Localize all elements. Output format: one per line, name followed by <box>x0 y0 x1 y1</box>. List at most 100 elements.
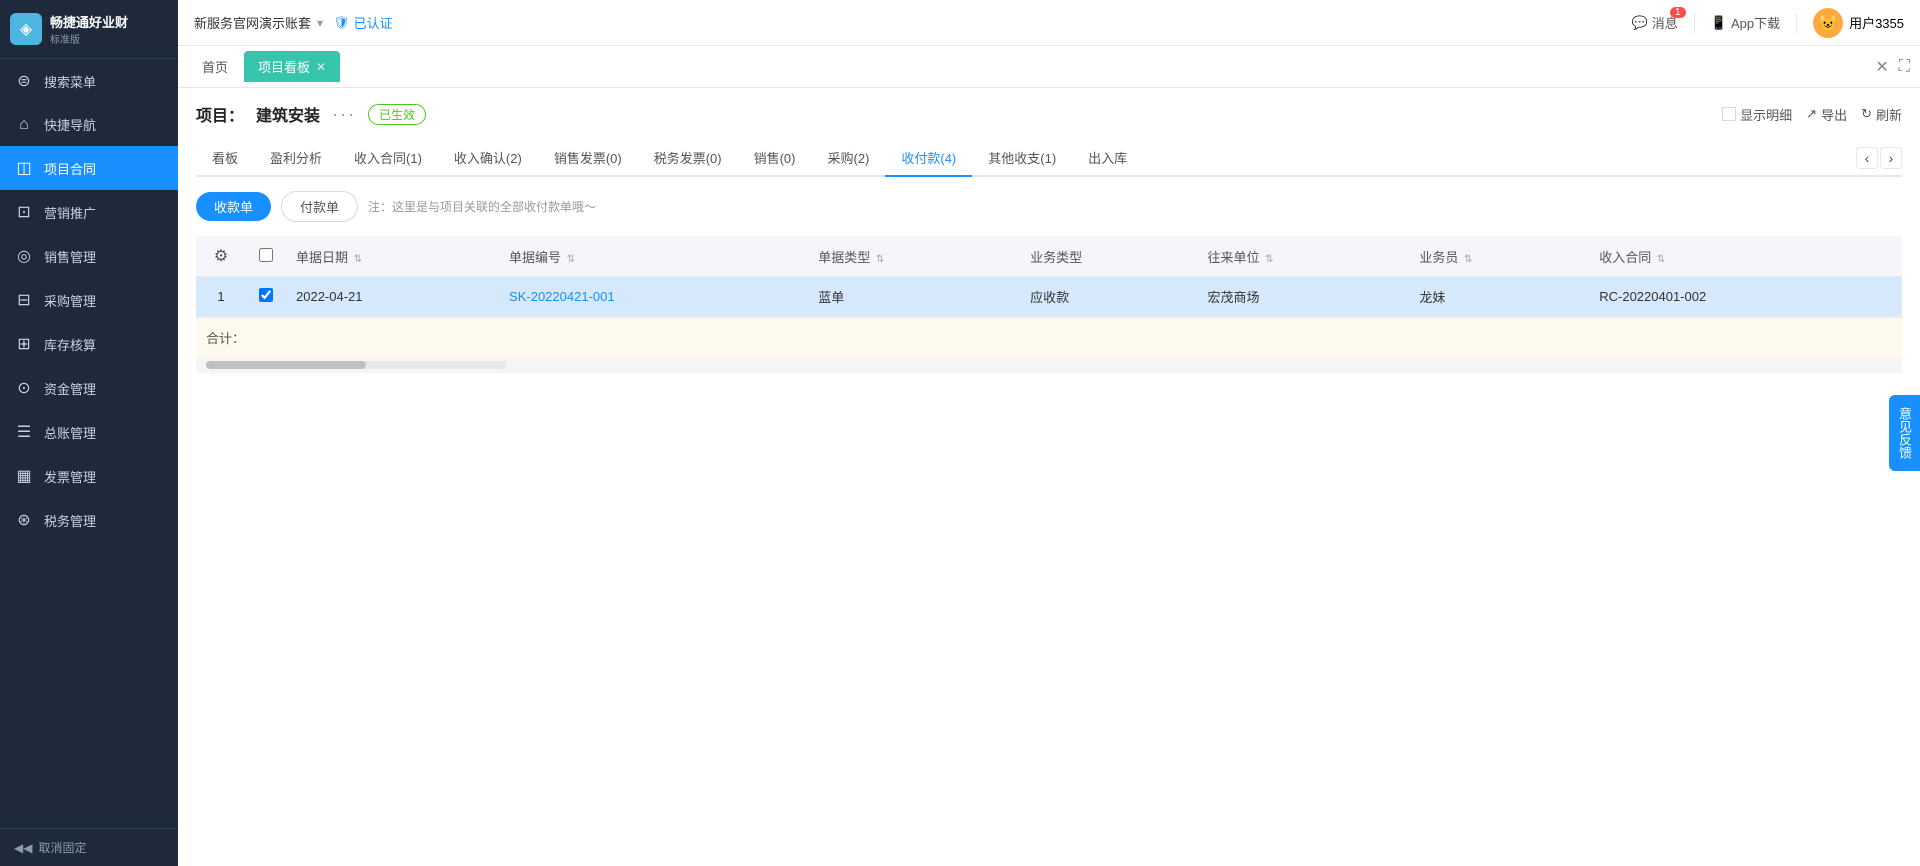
content-area: 项目： 建筑安装 ··· 已生效 显示明细 ↗ 导出 ↻ 刷 <box>178 88 1920 866</box>
subtab-income-confirm[interactable]: 收入确认(2) <box>438 140 538 177</box>
sidebar-item-capital[interactable]: ⊙ 资金管理 <box>0 366 178 410</box>
subtab-kanban[interactable]: 看板 <box>196 140 254 177</box>
app-logo-icon: ◈ <box>20 19 32 39</box>
tax-icon: ⊛ <box>14 510 34 530</box>
col-number[interactable]: 单据编号 ⇅ <box>499 236 808 277</box>
subtab-other-expense[interactable]: 其他收支(1) <box>972 140 1072 177</box>
topbar-divider <box>1694 13 1695 33</box>
tab-home-label: 首页 <box>202 57 228 76</box>
sidebar-item-tax[interactable]: ⊛ 税务管理 <box>0 498 178 542</box>
phone-icon: 📱 <box>1711 15 1727 31</box>
sidebar-item-marketing[interactable]: ⊡ 营销推广 <box>0 190 178 234</box>
project-more-icon[interactable]: ··· <box>332 104 356 125</box>
sidebar-item-label: 资金管理 <box>44 379 96 398</box>
subtab-prev-arrow[interactable]: ‹ <box>1856 147 1878 169</box>
row-biz-type: 应收款 <box>1020 277 1197 317</box>
sidebar-item-search[interactable]: ⊜ 搜索菜单 <box>0 59 178 103</box>
sidebar-footer[interactable]: ◀◀ 取消固定 <box>0 828 178 866</box>
scrollbar-thumb[interactable] <box>206 361 366 369</box>
sidebar-item-inventory[interactable]: ⊞ 库存核算 <box>0 322 178 366</box>
sidebar-header: ◈ 畅捷通好业财 标准版 <box>0 0 178 59</box>
workspace-selector[interactable]: 新服务官网演示账套 ▾ <box>194 13 323 32</box>
app-title: 畅捷通好业财 <box>50 12 128 31</box>
row-index: 1 <box>196 277 246 317</box>
col-settings[interactable]: ⚙ <box>196 236 246 277</box>
pay-filter-btn[interactable]: 付款单 <box>281 191 358 222</box>
sidebar-item-project[interactable]: ◫ 项目合同 <box>0 146 178 190</box>
subtab-inout[interactable]: 出入库 <box>1072 140 1143 177</box>
horizontal-scrollbar[interactable] <box>196 357 1902 373</box>
export-icon: ↗ <box>1806 106 1817 122</box>
sidebar-item-purchase[interactable]: ⊟ 采购管理 <box>0 278 178 322</box>
row-checkbox[interactable] <box>259 288 273 302</box>
refresh-icon: ↻ <box>1861 106 1872 122</box>
show-detail-checkbox[interactable]: 显示明细 <box>1722 105 1792 124</box>
tab-home[interactable]: 首页 <box>188 51 242 82</box>
app-download-button[interactable]: 📱 App下载 <box>1711 13 1780 32</box>
show-detail-label: 显示明细 <box>1740 105 1792 124</box>
subtab-purchase[interactable]: 采购(2) <box>811 140 885 177</box>
subtab-kanban-label: 看板 <box>212 151 238 166</box>
app-subtitle: 标准版 <box>50 31 128 46</box>
refresh-button[interactable]: ↻ 刷新 <box>1861 105 1902 124</box>
sidebar-item-sales[interactable]: ◎ 销售管理 <box>0 234 178 278</box>
content-inner: 项目： 建筑安装 ··· 已生效 显示明细 ↗ 导出 ↻ 刷 <box>178 88 1920 866</box>
project-icon: ◫ <box>14 158 34 178</box>
col-type[interactable]: 单据类型 ⇅ <box>808 236 1020 277</box>
unpin-icon: ◀◀ <box>14 841 32 855</box>
col-date[interactable]: 单据日期 ⇅ <box>286 236 499 277</box>
subtab-sales-label: 销售(0) <box>754 151 796 166</box>
message-badge: 1 <box>1670 7 1686 18</box>
subtab-income-contract[interactable]: 收入合同(1) <box>338 140 438 177</box>
row-number-link[interactable]: SK-20220421-001 <box>509 289 615 304</box>
tab-close-icon[interactable]: ✕ <box>316 60 326 74</box>
col-staff[interactable]: 业务员 ⇅ <box>1409 236 1589 277</box>
close-window-icon[interactable]: ✕ <box>1875 57 1888 77</box>
receive-filter-btn[interactable]: 收款单 <box>196 192 271 221</box>
subtab-income-contract-label: 收入合同(1) <box>354 151 422 166</box>
feedback-button[interactable]: 意见反馈 <box>1889 395 1920 471</box>
row-number: SK-20220421-001 <box>499 277 808 317</box>
app-download-label: App下载 <box>1731 13 1780 32</box>
staff-sort-icon: ⇅ <box>1464 254 1472 265</box>
ledger-icon: ☰ <box>14 422 34 442</box>
show-detail-check-icon <box>1722 107 1736 121</box>
subtab-sales[interactable]: 销售(0) <box>738 140 812 177</box>
partner-sort-icon: ⇅ <box>1265 254 1273 265</box>
row-type: 蓝单 <box>808 277 1020 317</box>
subtab-next-arrow[interactable]: › <box>1880 147 1902 169</box>
workspace-name: 新服务官网演示账套 <box>194 13 311 32</box>
sidebar: ◈ 畅捷通好业财 标准版 ⊜ 搜索菜单 ⌂ 快捷导航 ◫ 项目合同 ⊡ 营销推广… <box>0 0 178 866</box>
table-footer: 合计： <box>196 317 1902 357</box>
sales-icon: ◎ <box>14 246 34 266</box>
col-type-label: 单据类型 <box>818 250 870 265</box>
user-menu[interactable]: 😺 用户3355 <box>1813 8 1904 38</box>
subtab-tax-invoice[interactable]: 税务发票(0) <box>638 140 738 177</box>
sidebar-item-invoice[interactable]: ▦ 发票管理 <box>0 454 178 498</box>
sidebar-item-ledger[interactable]: ☰ 总账管理 <box>0 410 178 454</box>
export-button[interactable]: ↗ 导出 <box>1806 105 1847 124</box>
col-income-contract[interactable]: 收入合同 ⇅ <box>1589 236 1902 277</box>
number-sort-icon: ⇅ <box>567 254 575 265</box>
window-buttons: ✕ ⛶ <box>1875 57 1910 77</box>
subtab-profit[interactable]: 盈利分析 <box>254 140 338 177</box>
col-date-label: 单据日期 <box>296 250 348 265</box>
marketing-icon: ⊡ <box>14 202 34 222</box>
total-label: 合计： <box>206 331 245 346</box>
row-date: 2022-04-21 <box>286 277 499 317</box>
subtab-receivepay[interactable]: 收付款(4) <box>885 140 972 177</box>
table-settings-icon[interactable]: ⚙ <box>214 248 228 265</box>
scrollbar-track[interactable] <box>206 361 506 369</box>
message-button[interactable]: 💬 消息 1 <box>1632 13 1678 32</box>
maximize-window-icon[interactable]: ⛶ <box>1899 58 1910 76</box>
row-checkbox-cell <box>246 277 286 317</box>
tab-project-board[interactable]: 项目看板 ✕ <box>244 51 340 82</box>
sidebar-item-quicknav[interactable]: ⌂ 快捷导航 <box>0 103 178 146</box>
workspace-dropdown-icon: ▾ <box>317 16 323 30</box>
user-label: 用户3355 <box>1849 13 1904 32</box>
sidebar-item-label: 采购管理 <box>44 291 96 310</box>
income-contract-sort-icon: ⇅ <box>1657 254 1665 265</box>
subtab-sales-invoice[interactable]: 销售发票(0) <box>538 140 638 177</box>
col-partner[interactable]: 往来单位 ⇅ <box>1197 236 1409 277</box>
select-all-checkbox[interactable] <box>259 248 273 262</box>
